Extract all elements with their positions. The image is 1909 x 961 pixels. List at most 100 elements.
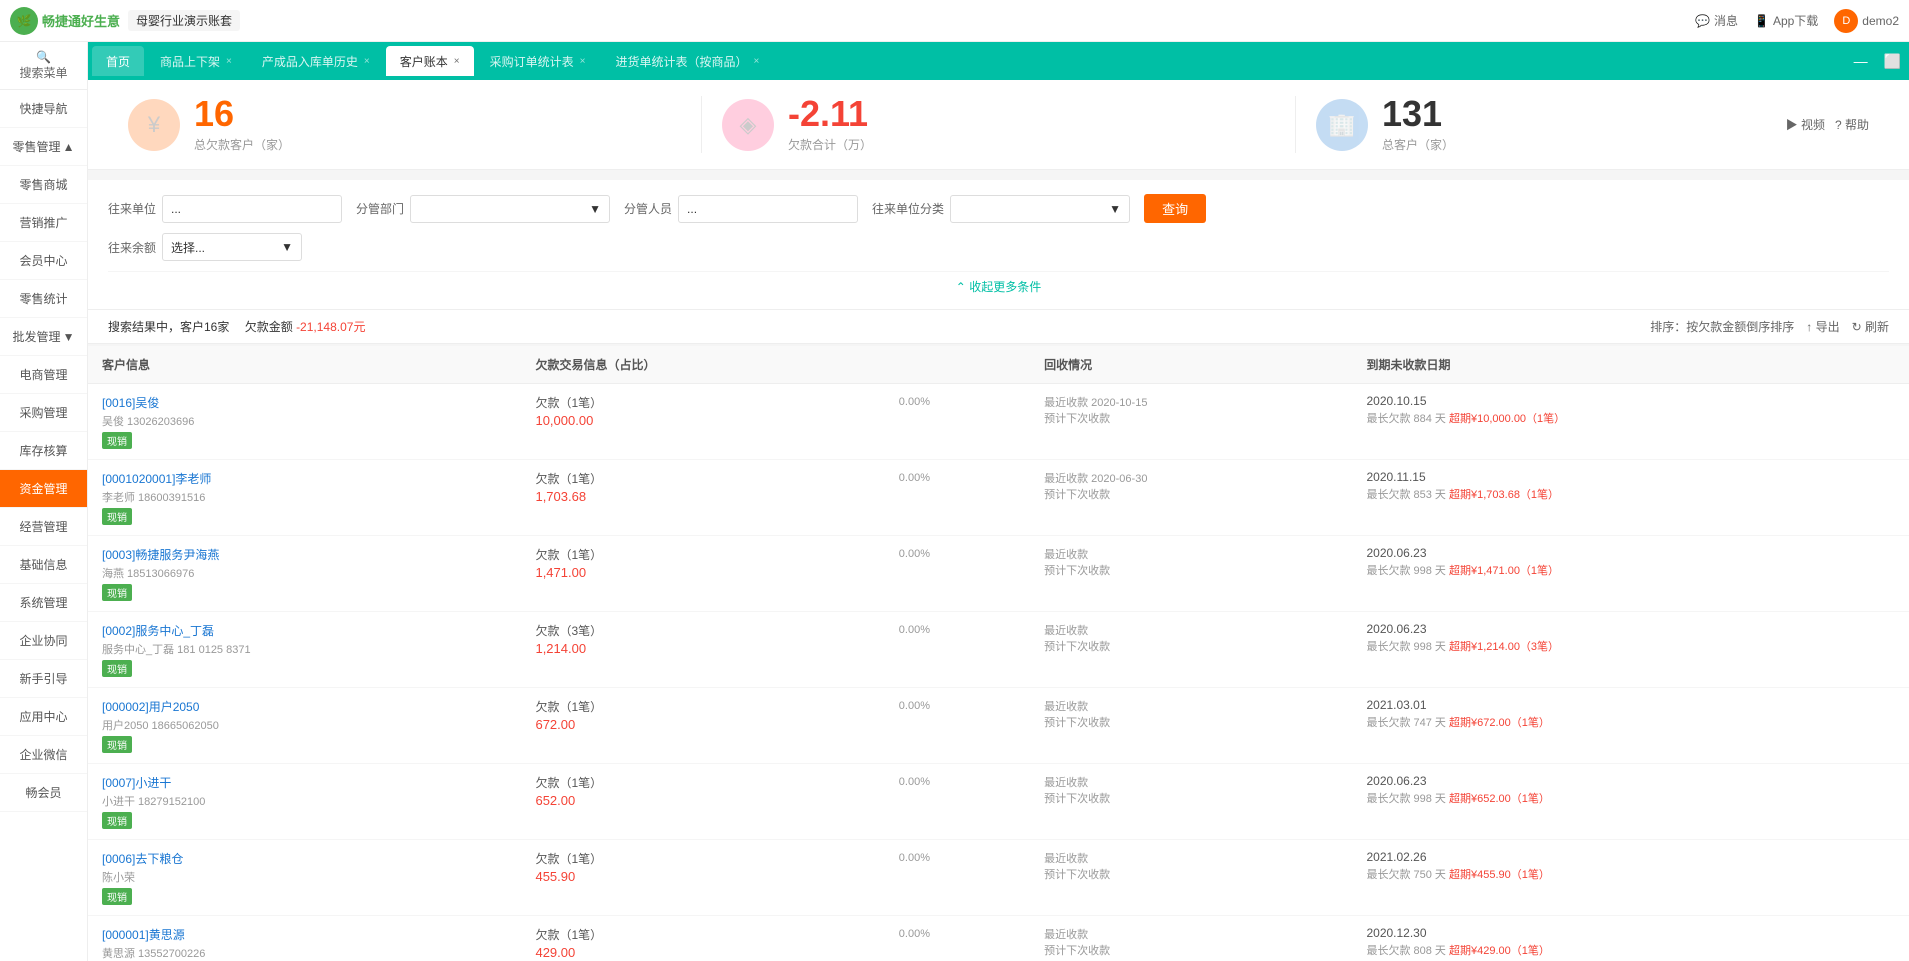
tab-customer-account[interactable]: 客户账本 × <box>386 46 474 76</box>
filter-balance-select[interactable]: 选择... ▼ <box>162 233 302 261</box>
sidebar-item-member[interactable]: 会员中心 <box>0 242 87 280</box>
sidebar-item-retail-stats[interactable]: 零售统计 <box>0 280 87 318</box>
overdue-link-2[interactable]: 超期¥1,703.68（1笔） <box>1449 489 1559 501</box>
chevron-down-class-icon: ▼ <box>1109 202 1121 216</box>
td-collect-6: 最近收款 预计下次收款 <box>1030 764 1352 840</box>
overdue-link-3[interactable]: 超期¥1,471.00（1笔） <box>1449 565 1559 577</box>
td-customer-4: [0002]服务中心_丁磊 服务中心_丁磊 181 0125 8371 现销 <box>88 612 521 688</box>
debt-percent-4: 0.00% <box>899 624 930 636</box>
sidebar-item-retail-mall[interactable]: 零售商城 <box>0 166 87 204</box>
sidebar-search[interactable]: 🔍 搜索菜单 <box>0 42 87 90</box>
td-due-1: 2020.10.15 最长欠款 884 天 超期¥10,000.00（1笔） <box>1352 384 1909 460</box>
tab-stock-stats-close[interactable]: × <box>753 56 759 67</box>
filter-person-input[interactable]: ... <box>678 195 858 223</box>
app-download-btn[interactable]: 📱 App下载 <box>1754 12 1818 29</box>
debt-amount-6[interactable]: 652.00 <box>535 793 870 808</box>
sidebar-item-member2[interactable]: 畅会员 <box>0 774 87 812</box>
sidebar-item-basic-info[interactable]: 基础信息 <box>0 546 87 584</box>
result-debt-label: 欠款金额 <box>233 320 293 334</box>
sidebar-item-collab[interactable]: 企业协同 <box>0 622 87 660</box>
overdue-link-5[interactable]: 超期¥672.00（1笔） <box>1449 717 1550 729</box>
tab-purchase-stats-close[interactable]: × <box>580 56 586 67</box>
tab-expand-btn[interactable]: ⬜ <box>1880 51 1905 72</box>
sidebar-item-finance[interactable]: 资金管理 <box>0 470 87 508</box>
debt-amount-2[interactable]: 1,703.68 <box>535 489 870 504</box>
td-customer-7: [0006]去下粮仓 陈小荣 现销 <box>88 840 521 916</box>
message-btn[interactable]: 💬 消息 <box>1695 12 1738 29</box>
summary-card-actions: ▶ 视频 ? 帮助 <box>1786 116 1869 133</box>
sidebar-item-wholesale[interactable]: 批发管理 ▼ <box>0 318 87 356</box>
top-bar-left: 🌿 畅捷通好生意 母婴行业演示账套 <box>10 7 240 35</box>
tab-bar: 首页 商品上下架 × 产成品入库单历史 × 客户账本 × 采购订单统计表 × <box>88 42 1909 80</box>
wholesale-arrow: ▼ <box>63 330 75 344</box>
sidebar-item-marketing[interactable]: 营销推广 <box>0 204 87 242</box>
tab-collapse-btn[interactable]: — <box>1850 51 1872 71</box>
filter-collapse-btn[interactable]: ⌃ 收起更多条件 <box>108 271 1889 301</box>
filter-source-unit-input[interactable]: ... <box>162 195 342 223</box>
sidebar-item-inventory[interactable]: 库存核算 <box>0 432 87 470</box>
due-date-2: 2020.11.15 <box>1366 470 1895 484</box>
customer-name-6[interactable]: [0007]小进干 <box>102 774 507 791</box>
view-label: 视频 <box>1801 118 1825 132</box>
sidebar-item-operations[interactable]: 经营管理 <box>0 508 87 546</box>
debt-amount-7[interactable]: 455.90 <box>535 869 870 884</box>
customer-name-3[interactable]: [0003]畅捷服务尹海燕 <box>102 546 507 563</box>
debt-count-4: 欠款（3笔） <box>535 622 870 639</box>
sidebar-item-wechat[interactable]: 企业微信 <box>0 736 87 774</box>
debt-amount-3[interactable]: 1,471.00 <box>535 565 870 580</box>
customer-name-7[interactable]: [0006]去下粮仓 <box>102 850 507 867</box>
view-btn[interactable]: ▶ 视频 <box>1786 116 1825 133</box>
sidebar-item-purchase[interactable]: 采购管理 <box>0 394 87 432</box>
overdue-link-6[interactable]: 超期¥652.00（1笔） <box>1449 793 1550 805</box>
overdue-link-8[interactable]: 超期¥429.00（1笔） <box>1449 945 1550 957</box>
sort-label[interactable]: 排序：按欠款金额倒序排序 <box>1650 318 1794 335</box>
overdue-link-1[interactable]: 超期¥10,000.00（1笔） <box>1449 413 1565 425</box>
tab-products-close[interactable]: × <box>226 56 232 67</box>
filter-dept-select[interactable]: ▼ <box>410 195 610 223</box>
td-collect-7: 最近收款 预计下次收款 <box>1030 840 1352 916</box>
debt-amount-4[interactable]: 1,214.00 <box>535 641 870 656</box>
debt-amount-1[interactable]: 10,000.00 <box>535 413 870 428</box>
sidebar-item-ecommerce[interactable]: 电商管理 <box>0 356 87 394</box>
sidebar-item-guide[interactable]: 新手引导 <box>0 660 87 698</box>
overdue-link-4[interactable]: 超期¥1,214.00（3笔） <box>1449 641 1559 653</box>
tab-home[interactable]: 首页 <box>92 46 144 76</box>
export-btn[interactable]: ↑ 导出 <box>1806 318 1839 335</box>
debt-amount-5[interactable]: 672.00 <box>535 717 870 732</box>
td-percent-6: 0.00% <box>885 764 1030 840</box>
tab-purchase-stats[interactable]: 采购订单统计表 × <box>476 46 600 76</box>
debt-amount-8[interactable]: 429.00 <box>535 945 870 960</box>
refresh-btn[interactable]: ↻ 刷新 <box>1852 318 1889 335</box>
chevron-down-dept-icon: ▼ <box>589 202 601 216</box>
td-due-6: 2020.06.23 最长欠款 998 天 超期¥652.00（1笔） <box>1352 764 1909 840</box>
user-area[interactable]: D demo2 <box>1834 9 1899 33</box>
sidebar-item-retail-mgmt[interactable]: 零售管理 ▲ <box>0 128 87 166</box>
customer-phone-5: 用户2050 18665062050 <box>102 717 507 733</box>
tab-customer-close[interactable]: × <box>454 56 460 67</box>
chevron-down-icon: ▲ <box>63 140 75 154</box>
sidebar-item-quick-nav[interactable]: 快捷导航 <box>0 90 87 128</box>
filter-dept-label: 分管部门 <box>356 200 404 217</box>
phone-icon: 📱 <box>1754 14 1769 28</box>
recent-collect-1: 最近收款 2020-10-15 <box>1044 394 1338 410</box>
customer-name-2[interactable]: [0001020001]李老师 <box>102 470 507 487</box>
tab-stock-stats[interactable]: 进货单统计表（按商品） × <box>601 46 773 76</box>
overdue-link-7[interactable]: 超期¥455.90（1笔） <box>1449 869 1550 881</box>
tab-warehouse-close[interactable]: × <box>364 56 370 67</box>
customer-name-5[interactable]: [000002]用户2050 <box>102 698 507 715</box>
filter-class-select[interactable]: ▼ <box>950 195 1130 223</box>
tab-home-label: 首页 <box>106 53 130 70</box>
customer-name-4[interactable]: [0002]服务中心_丁磊 <box>102 622 507 639</box>
search-button[interactable]: 查询 <box>1144 194 1206 223</box>
tab-products[interactable]: 商品上下架 × <box>146 46 246 76</box>
purchase-label: 采购管理 <box>19 406 67 420</box>
tab-warehouse[interactable]: 产成品入库单历史 × <box>248 46 384 76</box>
customer-name-1[interactable]: [0016]吴俊 <box>102 394 507 411</box>
help-btn[interactable]: ? 帮助 <box>1835 116 1869 133</box>
sidebar-search-label: 搜索菜单 <box>8 64 79 81</box>
customer-name-8[interactable]: [000001]黄思源 <box>102 926 507 943</box>
customer-tag-1: 现销 <box>102 432 132 449</box>
sidebar-item-app-center[interactable]: 应用中心 <box>0 698 87 736</box>
td-percent-5: 0.00% <box>885 688 1030 764</box>
sidebar-item-system[interactable]: 系统管理 <box>0 584 87 622</box>
